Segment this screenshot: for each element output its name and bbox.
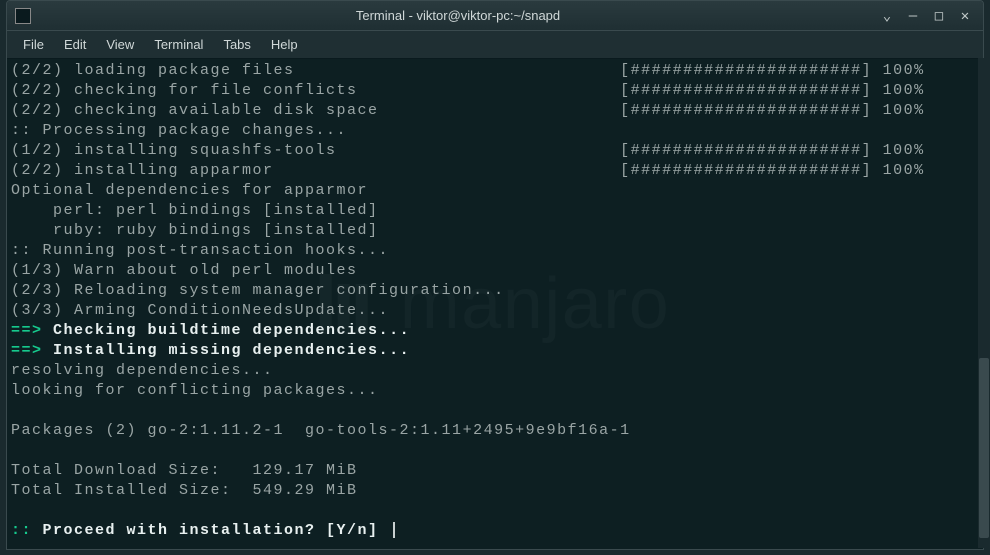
prompt-line: :: Proceed with installation? [Y/n] [11, 521, 979, 541]
arrow-prefix: ==> [11, 342, 43, 359]
output-line: (1/3) Warn about old perl modules [11, 261, 979, 281]
cursor-icon [393, 522, 395, 538]
menu-help[interactable]: Help [261, 33, 308, 56]
output-line: (1/2) installing squashfs-tools [#######… [11, 141, 979, 161]
terminal-window: Terminal - viktor@viktor-pc:~/snapd ⌄ — … [6, 0, 984, 550]
output-line: (2/3) Reloading system manager configura… [11, 281, 979, 301]
output-line: :: Running post-transaction hooks... [11, 241, 979, 261]
maximize-button[interactable]: □ [929, 6, 949, 26]
scrollbar[interactable] [978, 58, 990, 548]
output-line: ruby: ruby bindings [installed] [11, 221, 979, 241]
menu-terminal[interactable]: Terminal [144, 33, 213, 56]
arrow-prefix: ==> [11, 322, 43, 339]
prompt-prefix: :: [11, 522, 43, 539]
output-line: Packages (2) go-2:1.11.2-1 go-tools-2:1.… [11, 421, 979, 441]
blank-line [11, 401, 979, 421]
minimize-button[interactable]: — [903, 6, 923, 26]
menu-tabs[interactable]: Tabs [213, 33, 260, 56]
blank-line [11, 441, 979, 461]
close-button[interactable]: ✕ [955, 6, 975, 26]
output-line: (2/2) loading package files [###########… [11, 61, 979, 81]
output-line: (2/2) installing apparmor [#############… [11, 161, 979, 181]
output-line: (3/3) Arming ConditionNeedsUpdate... [11, 301, 979, 321]
window-controls: ⌄ — □ ✕ [877, 6, 975, 26]
output-line: (2/2) checking available disk space [###… [11, 101, 979, 121]
output-line: Total Installed Size: 549.29 MiB [11, 481, 979, 501]
menu-view[interactable]: View [96, 33, 144, 56]
scrollbar-thumb[interactable] [979, 358, 989, 538]
output-line: resolving dependencies... [11, 361, 979, 381]
output-line: Total Download Size: 129.17 MiB [11, 461, 979, 481]
blank-line [11, 501, 979, 521]
menubar: File Edit View Terminal Tabs Help [7, 31, 983, 59]
window-title: Terminal - viktor@viktor-pc:~/snapd [39, 8, 877, 23]
output-line: Optional dependencies for apparmor [11, 181, 979, 201]
output-line: perl: perl bindings [installed] [11, 201, 979, 221]
status-message: Installing missing dependencies... [43, 342, 411, 359]
output-line: ==> Checking buildtime dependencies... [11, 321, 979, 341]
output-line: :: Processing package changes... [11, 121, 979, 141]
menu-file[interactable]: File [13, 33, 54, 56]
output-line: (2/2) checking for file conflicts [#####… [11, 81, 979, 101]
app-icon [15, 8, 31, 24]
menu-edit[interactable]: Edit [54, 33, 96, 56]
titlebar: Terminal - viktor@viktor-pc:~/snapd ⌄ — … [7, 1, 983, 31]
dropdown-icon[interactable]: ⌄ [877, 6, 897, 26]
output-line: looking for conflicting packages... [11, 381, 979, 401]
output-line: ==> Installing missing dependencies... [11, 341, 979, 361]
status-message: Checking buildtime dependencies... [43, 322, 411, 339]
terminal-output[interactable]: manjaro (2/2) loading package files [###… [7, 59, 983, 549]
prompt-text: Proceed with installation? [Y/n] [43, 522, 390, 539]
